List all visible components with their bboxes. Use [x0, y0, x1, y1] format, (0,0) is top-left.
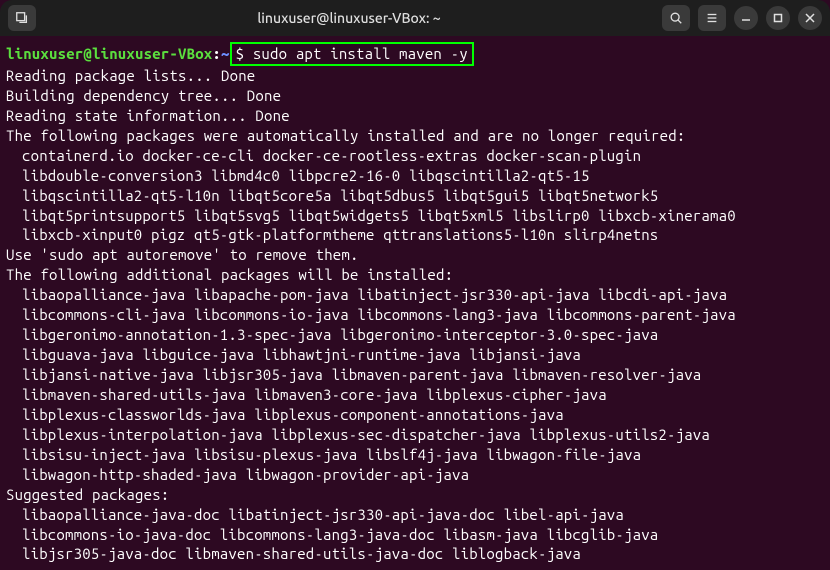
minimize-button[interactable] — [734, 6, 758, 30]
new-tab-button[interactable] — [8, 5, 36, 31]
new-tab-icon — [15, 11, 29, 25]
output-line: libaopalliance-java libapache-pom-java l… — [6, 285, 824, 305]
search-icon — [669, 11, 683, 25]
output-line: libsisu-inject-java libsisu-plexus-java … — [6, 445, 824, 465]
output-line: libcommons-cli-java libcommons-io-java l… — [6, 305, 824, 325]
prompt-dollar: $ — [236, 45, 253, 62]
prompt-separator: : — [212, 45, 221, 62]
prompt-user-host: linuxuser@linuxuser-VBox — [6, 45, 212, 62]
minimize-icon — [741, 13, 751, 23]
hamburger-icon — [705, 11, 719, 25]
output-line: libjansi-native-java libjsr305-java libm… — [6, 365, 824, 385]
search-button[interactable] — [662, 5, 690, 31]
output-line: Suggested packages: — [6, 485, 824, 505]
maximize-icon — [773, 13, 783, 23]
output-container: Reading package lists... DoneBuilding de… — [6, 66, 824, 564]
close-icon — [805, 13, 815, 23]
output-line: The following packages were automaticall… — [6, 126, 824, 146]
output-line: libjsr305-java-doc libmaven-shared-utils… — [6, 544, 824, 564]
output-line: libcommons-io-java-doc libcommons-lang3-… — [6, 525, 824, 545]
output-line: libqt5printsupport5 libqt5svg5 libqt5wid… — [6, 206, 824, 226]
prompt-path: ~ — [221, 45, 230, 62]
output-line: libxcb-xinput0 pigz qt5-gtk-platformthem… — [6, 225, 824, 245]
output-line: libplexus-interpolation-java libplexus-s… — [6, 425, 824, 445]
output-line: Use 'sudo apt autoremove' to remove them… — [6, 245, 824, 265]
output-line: libwagon-http-shaded-java libwagon-provi… — [6, 465, 824, 485]
terminal-area[interactable]: linuxuser@linuxuser-VBox:~$ sudo apt ins… — [0, 36, 830, 570]
output-line: Reading package lists... Done — [6, 66, 824, 86]
menu-button[interactable] — [698, 5, 726, 31]
output-line: libguava-java libguice-java libhawtjni-r… — [6, 345, 824, 365]
output-line: libqscintilla2-qt5-l10n libqt5core5a lib… — [6, 186, 824, 206]
titlebar: linuxuser@linuxuser-VBox: ~ — [0, 0, 830, 36]
output-line: Building dependency tree... Done — [6, 86, 824, 106]
output-line: The following additional packages will b… — [6, 265, 824, 285]
command-text: sudo apt install maven -y — [253, 45, 468, 62]
titlebar-right — [662, 5, 822, 31]
output-line: libmaven-shared-utils-java libmaven3-cor… — [6, 385, 824, 405]
close-button[interactable] — [798, 6, 822, 30]
maximize-button[interactable] — [766, 6, 790, 30]
output-line: libplexus-classworlds-java libplexus-com… — [6, 405, 824, 425]
prompt-line: linuxuser@linuxuser-VBox:~$ sudo apt ins… — [6, 42, 824, 66]
titlebar-left — [8, 5, 36, 31]
command-highlight-box: $ sudo apt install maven -y — [230, 42, 474, 66]
output-line: libdouble-conversion3 libmd4c0 libpcre2-… — [6, 166, 824, 186]
output-line: libaopalliance-java-doc libatinject-jsr3… — [6, 505, 824, 525]
output-line: Reading state information... Done — [6, 106, 824, 126]
output-line: containerd.io docker-ce-cli docker-ce-ro… — [6, 146, 824, 166]
output-line: libgeronimo-annotation-1.3-spec-java lib… — [6, 325, 824, 345]
window-title: linuxuser@linuxuser-VBox: ~ — [42, 10, 656, 26]
